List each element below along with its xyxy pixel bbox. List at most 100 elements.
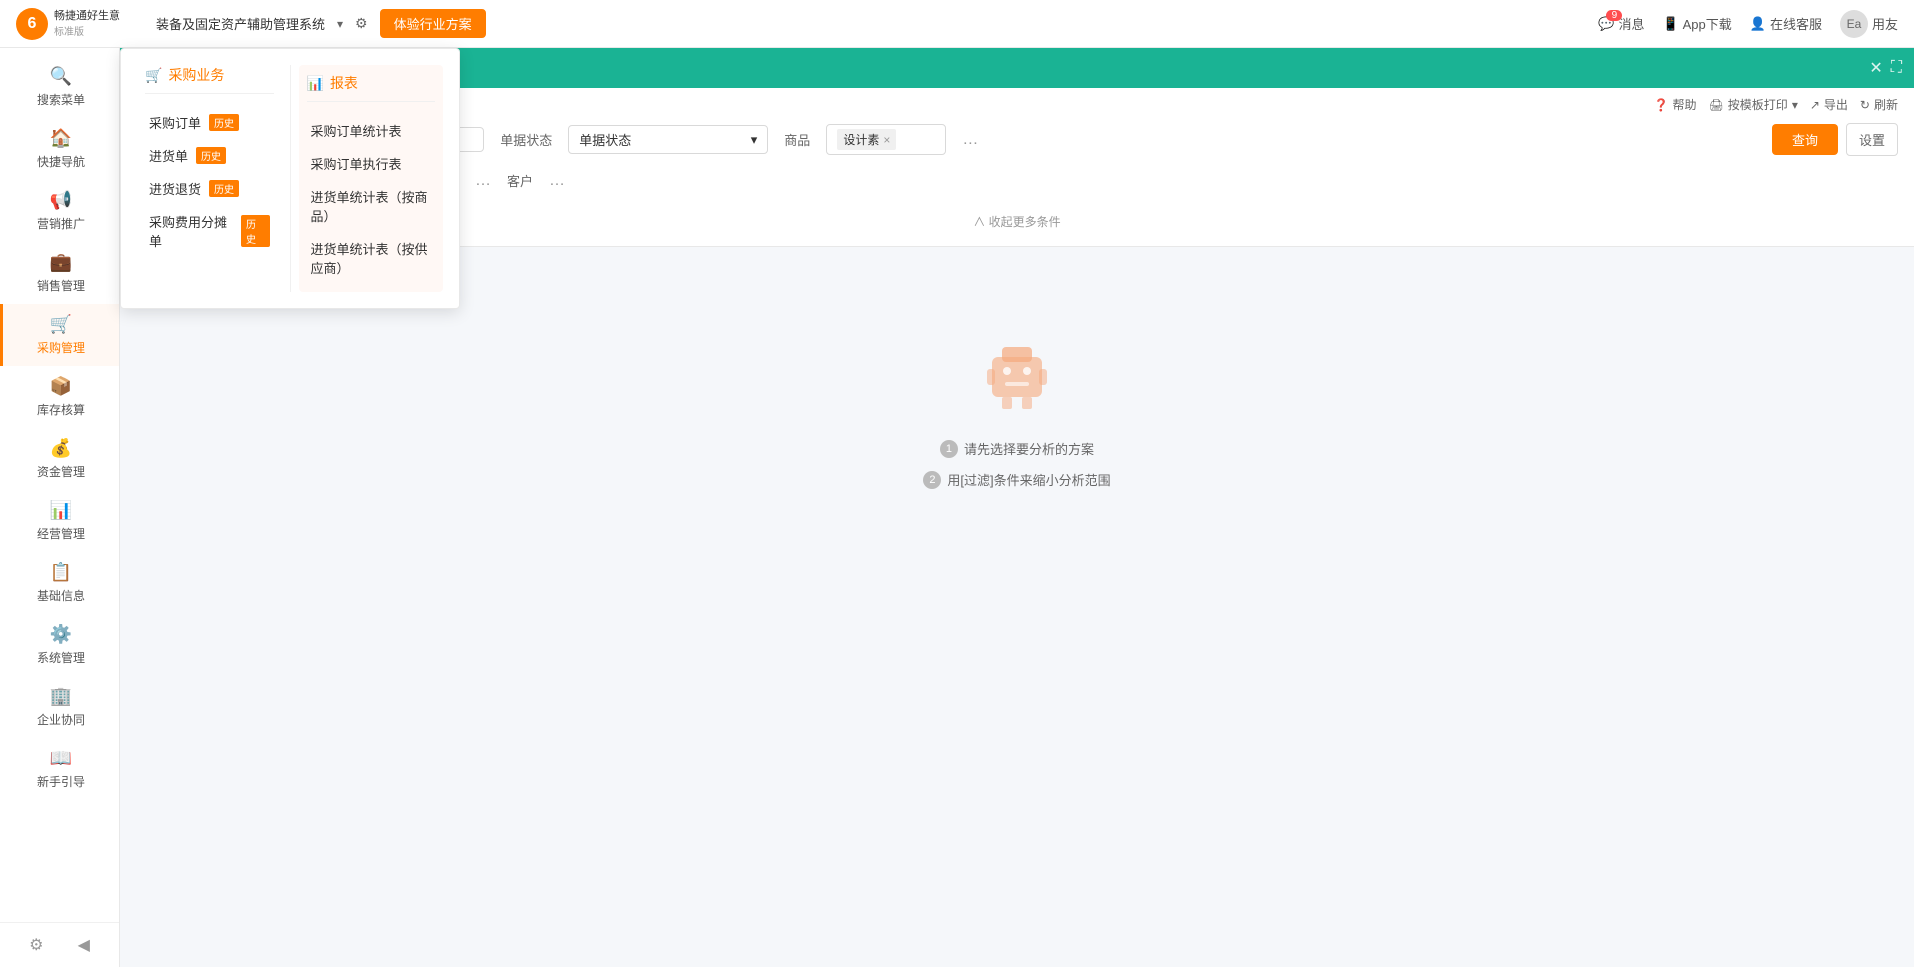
- guide-icon: 📖: [50, 748, 72, 769]
- app-download-label: App下载: [1683, 14, 1732, 33]
- home-icon: 🏠: [50, 128, 72, 149]
- sidebar-label-enterprise: 企业协同: [37, 711, 85, 728]
- sidebar-item-operation[interactable]: 📊 经营管理: [0, 490, 119, 552]
- export-btn[interactable]: ↗ 导出: [1810, 96, 1848, 113]
- incoming-history: 历史: [196, 147, 226, 164]
- goods-input[interactable]: 设计素 ×: [826, 124, 946, 155]
- goods-tag-close[interactable]: ×: [883, 133, 890, 147]
- menu-item-order-stats[interactable]: 采购订单统计表: [307, 114, 436, 147]
- purchase-business-title: 🛒 采购业务: [145, 65, 274, 94]
- sidebar-bottom: ⚙ ◀: [0, 922, 119, 967]
- incoming-label: 进货单: [149, 146, 188, 165]
- online-service-btn[interactable]: 👤 在线客服: [1750, 14, 1822, 33]
- menu-item-incoming-by-supplier[interactable]: 进货单统计表（按供应商）: [307, 232, 436, 284]
- sidebar-label-basic: 基础信息: [37, 587, 85, 604]
- refresh-btn[interactable]: ↻ 刷新: [1860, 96, 1898, 113]
- menu-item-purchase-expense[interactable]: 采购费用分摊单 历史: [145, 205, 274, 257]
- tab-bar-actions: ✕ ⛶: [1869, 58, 1902, 78]
- online-service-label: 在线客服: [1770, 14, 1822, 33]
- menu-item-purchase-order[interactable]: 采购订单 历史: [145, 106, 274, 139]
- app-download-btn[interactable]: 📱 App下载: [1662, 14, 1731, 33]
- empty-illustration: [967, 327, 1067, 427]
- sidebar-item-purchase[interactable]: 🛒 采购管理: [0, 304, 119, 366]
- marketing-icon: 📢: [50, 190, 72, 211]
- sidebar-label-search: 搜索菜单: [37, 91, 85, 108]
- purchase-order-history: 历史: [209, 114, 239, 131]
- menu-divider: [290, 65, 291, 292]
- help-btn[interactable]: ❓ 帮助: [1654, 96, 1697, 113]
- tab-close-all-icon[interactable]: ✕: [1869, 58, 1882, 78]
- settings-btn[interactable]: 设置: [1846, 123, 1898, 156]
- sidebar-label-sales: 销售管理: [37, 277, 85, 294]
- customer-label: 客户: [507, 171, 533, 190]
- user-menu[interactable]: Ea 用友: [1840, 10, 1898, 38]
- help-icon: ❓: [1654, 98, 1669, 112]
- settings-bottom-icon[interactable]: ⚙: [29, 935, 43, 955]
- system-icon: ⚙️: [50, 624, 72, 645]
- purchase-expense-label: 采购费用分摊单: [149, 212, 233, 250]
- menu-item-incoming[interactable]: 进货单 历史: [145, 139, 274, 172]
- query-btn[interactable]: 查询: [1772, 124, 1838, 155]
- purchase-business-icon: 🛒: [145, 67, 162, 84]
- message-btn[interactable]: 💬 9 消息: [1598, 14, 1644, 33]
- sidebar-item-marketing[interactable]: 📢 营销推广: [0, 180, 119, 242]
- message-icon-wrapper: 💬 9: [1598, 16, 1614, 32]
- sidebar-item-guide[interactable]: 📖 新手引导: [0, 738, 119, 800]
- logo-icon: 6: [16, 8, 48, 40]
- export-label: 导出: [1824, 96, 1848, 113]
- sidebar-label-guide: 新手引导: [37, 773, 85, 790]
- voucher-status-value: 单据状态: [579, 130, 631, 149]
- sidebar-label-quick-nav: 快捷导航: [37, 153, 85, 170]
- message-label: 消息: [1618, 14, 1644, 33]
- search-icon: 🔍: [50, 66, 72, 87]
- sidebar-item-finance[interactable]: 💰 资金管理: [0, 428, 119, 490]
- sidebar-item-quick-nav[interactable]: 🏠 快捷导航: [0, 118, 119, 180]
- export-icon: ↗: [1810, 98, 1820, 112]
- logo-title: 畅捷通好生意: [54, 9, 120, 23]
- menu-item-return[interactable]: 进货退货 历史: [145, 172, 274, 205]
- voucher-status-select[interactable]: 单据状态 ▾: [568, 125, 768, 154]
- empty-step-1: 1 请先选择要分析的方案: [940, 439, 1094, 458]
- collapse-sidebar-icon[interactable]: ◀: [78, 935, 90, 955]
- filter-actions: 查询 设置: [1772, 123, 1898, 156]
- step-1-num: 1: [940, 440, 958, 458]
- step-2-num: 2: [923, 471, 941, 489]
- order-stats-label: 采购订单统计表: [311, 121, 402, 140]
- goods-more-btn[interactable]: …: [962, 131, 978, 149]
- basic-icon: 📋: [50, 562, 72, 583]
- salesperson-more-btn[interactable]: …: [475, 172, 491, 190]
- sidebar-item-inventory[interactable]: 📦 库存核算: [0, 366, 119, 428]
- sidebar-label-system: 系统管理: [37, 649, 85, 666]
- sidebar-item-enterprise[interactable]: 🏢 企业协同: [0, 676, 119, 738]
- purchase-menu-dropdown: 🛒 采购业务 采购订单 历史 进货单 历史 进货退货 历史 采购费用分摊单 历史: [120, 48, 460, 309]
- return-label: 进货退货: [149, 179, 201, 198]
- enterprise-icon: 🏢: [50, 686, 72, 707]
- sidebar-item-sales[interactable]: 💼 销售管理: [0, 242, 119, 304]
- purchase-report-section: 📊 报表 采购订单统计表 采购订单执行表 进货单统计表（按商品） 进货单统计表（…: [299, 65, 444, 292]
- settings-icon[interactable]: ⚙: [355, 15, 368, 32]
- empty-step-2: 2 用[过滤]条件来缩小分析范围: [923, 470, 1110, 489]
- menu-item-order-exec[interactable]: 采购订单执行表: [307, 147, 436, 180]
- sidebar-item-basic[interactable]: 📋 基础信息: [0, 552, 119, 614]
- incoming-by-supplier-label: 进货单统计表（按供应商）: [311, 239, 432, 277]
- menu-item-incoming-by-goods[interactable]: 进货单统计表（按商品）: [307, 180, 436, 232]
- sidebar-label-marketing: 营销推广: [37, 215, 85, 232]
- phone-icon: 📱: [1662, 16, 1678, 32]
- industry-btn[interactable]: 体验行业方案: [380, 9, 486, 38]
- customer-more-btn[interactable]: …: [549, 172, 565, 190]
- system-title: 装备及固定资产辅助管理系统: [156, 14, 325, 33]
- sidebar-label-inventory: 库存核算: [37, 401, 85, 418]
- goods-tag-text: 设计素: [843, 131, 879, 148]
- operation-icon: 📊: [50, 500, 72, 521]
- finance-icon: 💰: [50, 438, 72, 459]
- print-dropdown-icon[interactable]: ▾: [1792, 98, 1798, 112]
- dropdown-arrow[interactable]: ▾: [337, 17, 343, 31]
- sidebar-item-search[interactable]: 🔍 搜索菜单: [0, 56, 119, 118]
- sidebar: 🔍 搜索菜单 🏠 快捷导航 📢 营销推广 💼 销售管理 🛒 采购管理 📦 库存核…: [0, 48, 120, 967]
- user-label: 用友: [1872, 14, 1898, 33]
- sidebar-label-finance: 资金管理: [37, 463, 85, 480]
- sidebar-item-system[interactable]: ⚙️ 系统管理: [0, 614, 119, 676]
- incoming-by-goods-label: 进货单统计表（按商品）: [311, 187, 432, 225]
- tab-expand-icon[interactable]: ⛶: [1891, 59, 1902, 77]
- print-btn[interactable]: 🖨 按模板打印 ▾: [1709, 96, 1798, 113]
